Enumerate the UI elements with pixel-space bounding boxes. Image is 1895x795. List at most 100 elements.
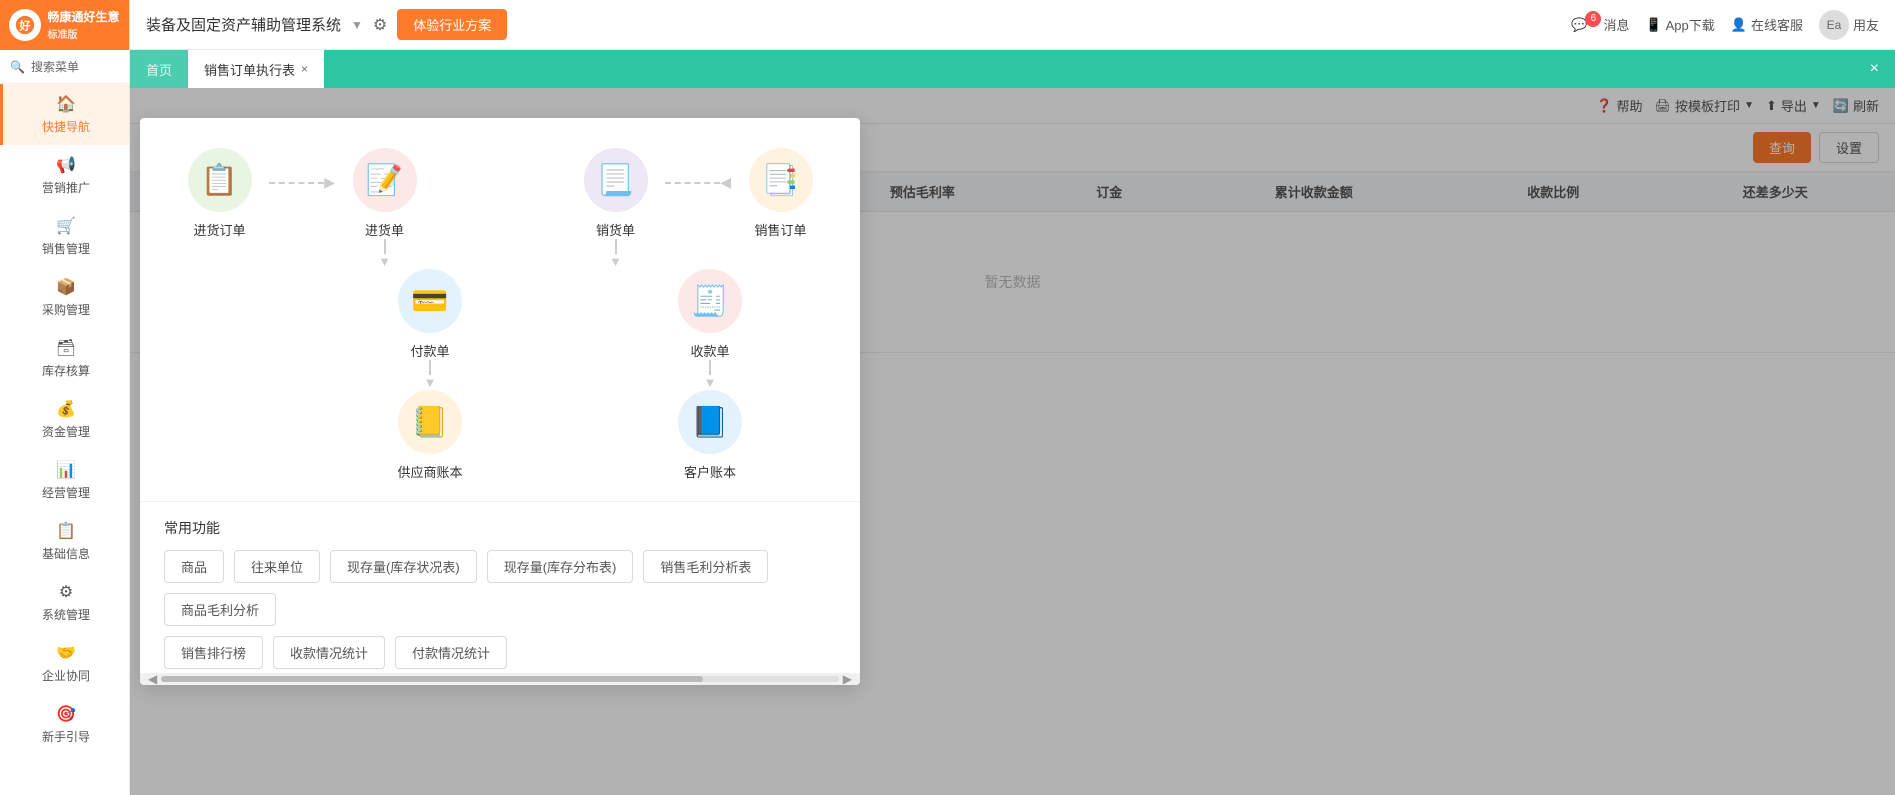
sales-order-label: 销售订单 <box>754 220 806 239</box>
system-icon: ⚙ <box>59 582 73 602</box>
tab-sales-order-execution[interactable]: 销售订单执行表 × <box>188 50 324 88</box>
cf-btn-sales-profit[interactable]: 销售毛利分析表 <box>643 550 768 583</box>
scroll-right-icon[interactable]: ▶ <box>839 672 856 686</box>
sales-order-node: 📑 销售订单 <box>731 148 830 239</box>
purchase-order-circle[interactable]: 📋 <box>188 148 252 212</box>
collab-icon: 🤝 <box>56 643 76 663</box>
system-label: 系统管理 <box>42 606 90 623</box>
cf-buttons-row: 商品 往来单位 现存量(库存状况表) 现存量(库存分布表) 销售毛利分析表 商品… <box>164 550 836 626</box>
logo-sub: 标准版 <box>47 26 119 41</box>
operation-label: 经营管理 <box>42 484 90 501</box>
guide-icon: 🎯 <box>56 704 76 724</box>
common-functions-title: 常用功能 <box>164 518 836 538</box>
receipt-node: 🧾 收款单 <box>650 269 770 360</box>
inventory-label: 库存核算 <box>42 362 90 379</box>
workflow-arrows-v2: ▼ ▼ <box>170 360 830 390</box>
logo-title: 畅康通好生意 <box>47 9 119 26</box>
service-label: 在线客服 <box>1751 15 1803 34</box>
home-tab-label: 首页 <box>146 60 172 79</box>
customer-ledger-circle[interactable]: 📘 <box>678 390 742 454</box>
receipt-label: 收款单 <box>690 341 729 360</box>
scroll-track[interactable] <box>161 676 839 682</box>
sidebar-item-guide[interactable]: 🎯 新手引导 <box>0 694 129 755</box>
app-download-action[interactable]: 📱 App下载 <box>1645 15 1714 34</box>
window-close-icon[interactable]: × <box>1854 60 1895 78</box>
finance-icon: 💰 <box>56 399 76 419</box>
purchase-order-icon: 📋 <box>201 163 238 198</box>
sales-order-circle[interactable]: 📑 <box>749 148 813 212</box>
purchase-label: 采购管理 <box>42 301 90 318</box>
scroll-left-icon[interactable]: ◀ <box>144 672 161 686</box>
supplier-ledger-circle[interactable]: 📒 <box>398 390 462 454</box>
collab-label: 企业协同 <box>42 667 90 684</box>
sidebar: 好 畅康通好生意 标准版 🔍 搜索菜单 🏠 快捷导航 📢 营销推广 🛒 销售管理… <box>0 0 130 795</box>
sales-label: 销售管理 <box>42 240 90 257</box>
tab-close-icon[interactable]: × <box>301 62 308 76</box>
active-tab-label: 销售订单执行表 <box>204 60 295 79</box>
message-label: 消息 <box>1603 15 1629 34</box>
sidebar-item-inventory[interactable]: 🗃 库存核算 <box>0 328 129 389</box>
customer-service-action[interactable]: 👤 在线客服 <box>1731 15 1803 34</box>
marketing-icon: 📢 <box>56 155 76 175</box>
cf-btn-receipt-stats[interactable]: 收款情况统计 <box>273 636 385 669</box>
cf-btn-counterparty[interactable]: 往来单位 <box>234 550 320 583</box>
trial-button[interactable]: 体验行业方案 <box>397 9 507 40</box>
content-area: ❓ 帮助 🖨 按模板打印 ▼ ⬆ 导出 ▼ 🔄 <box>130 88 1895 795</box>
cf-btn-stock-dist[interactable]: 现存量(库存分布表) <box>487 550 634 583</box>
arrow-v2-receipt: ▼ <box>650 360 770 390</box>
purchase-bill-node: 📝 进货单 <box>335 148 434 239</box>
sidebar-item-quick[interactable]: 🏠 快捷导航 <box>0 84 129 145</box>
purchase-order-label: 进货订单 <box>193 220 245 239</box>
sidebar-item-finance[interactable]: 💰 资金管理 <box>0 389 129 450</box>
sidebar-item-system[interactable]: ⚙ 系统管理 <box>0 572 129 633</box>
cf-btn-stock-status[interactable]: 现存量(库存状况表) <box>330 550 477 583</box>
sidebar-item-collab[interactable]: 🤝 企业协同 <box>0 633 129 694</box>
modal-overlay[interactable]: 📋 进货订单 ▶ 📝 <box>130 88 1895 795</box>
scroll-thumb <box>161 676 703 682</box>
sidebar-item-operation[interactable]: 📊 经营管理 <box>0 450 129 511</box>
modal-scrollbar[interactable]: ◀ ▶ <box>140 673 860 685</box>
cf-btn-goods[interactable]: 商品 <box>164 550 224 583</box>
payment-circle[interactable]: 💳 <box>398 269 462 333</box>
arrow-v-purchase: ▼ <box>335 239 434 269</box>
sidebar-item-sales[interactable]: 🛒 销售管理 <box>0 206 129 267</box>
marketing-label: 营销推广 <box>42 179 90 196</box>
operation-icon: 📊 <box>56 460 76 480</box>
common-functions-section: 常用功能 商品 往来单位 现存量(库存状况表) 现存量(库存分布表) 销售毛利分… <box>140 501 860 685</box>
sidebar-item-purchase[interactable]: 📦 采购管理 <box>0 267 129 328</box>
search-icon: 🔍 <box>10 60 25 74</box>
cf-btn-sales-ranking[interactable]: 销售排行榜 <box>164 636 263 669</box>
sidebar-logo: 好 畅康通好生意 标准版 <box>0 0 129 50</box>
search-label: 搜索菜单 <box>31 58 79 75</box>
message-badge: 6 <box>1585 11 1601 27</box>
sidebar-item-marketing[interactable]: 📢 营销推广 <box>0 145 129 206</box>
avatar: Ea <box>1819 10 1849 40</box>
purchase-icon: 📦 <box>56 277 76 297</box>
cf-btn-goods-profit[interactable]: 商品毛利分析 <box>164 593 276 626</box>
purchase-bill-circle[interactable]: 📝 <box>353 148 417 212</box>
customer-ledger-label: 客户账本 <box>684 462 736 481</box>
cf-btn-payment-stats[interactable]: 付款情况统计 <box>395 636 507 669</box>
sales-bill-circle[interactable]: 📃 <box>584 148 648 212</box>
arrow-v-sales: ▼ <box>566 239 665 269</box>
logo-icon: 好 <box>9 9 41 41</box>
supplier-ledger-label: 供应商账本 <box>397 462 462 481</box>
message-action[interactable]: 💬 6 消息 <box>1571 15 1629 34</box>
settings-icon[interactable]: ⚙ <box>373 15 387 35</box>
receipt-circle[interactable]: 🧾 <box>678 269 742 333</box>
user-action[interactable]: Ea 用友 <box>1819 10 1879 40</box>
arrow-v2-payment: ▼ <box>370 360 490 390</box>
dropdown-icon[interactable]: ▼ <box>351 18 363 32</box>
sidebar-item-basic[interactable]: 📋 基础信息 <box>0 511 129 572</box>
workflow-modal: 📋 进货订单 ▶ 📝 <box>140 118 860 685</box>
workflow-arrows-v: ▼ ▼ <box>170 239 830 269</box>
receipt-icon: 🧾 <box>691 284 728 319</box>
customer-ledger-node: 📘 客户账本 <box>650 390 770 481</box>
tabs-bar: 首页 销售订单执行表 × × <box>130 50 1895 88</box>
tab-home[interactable]: 首页 <box>130 50 188 88</box>
payment-label: 付款单 <box>410 341 449 360</box>
sales-bill-label: 销货单 <box>596 220 635 239</box>
sidebar-search[interactable]: 🔍 搜索菜单 <box>0 50 129 84</box>
sales-bill-node: 📃 销货单 <box>566 148 665 239</box>
purchase-bill-label: 进货单 <box>365 220 404 239</box>
